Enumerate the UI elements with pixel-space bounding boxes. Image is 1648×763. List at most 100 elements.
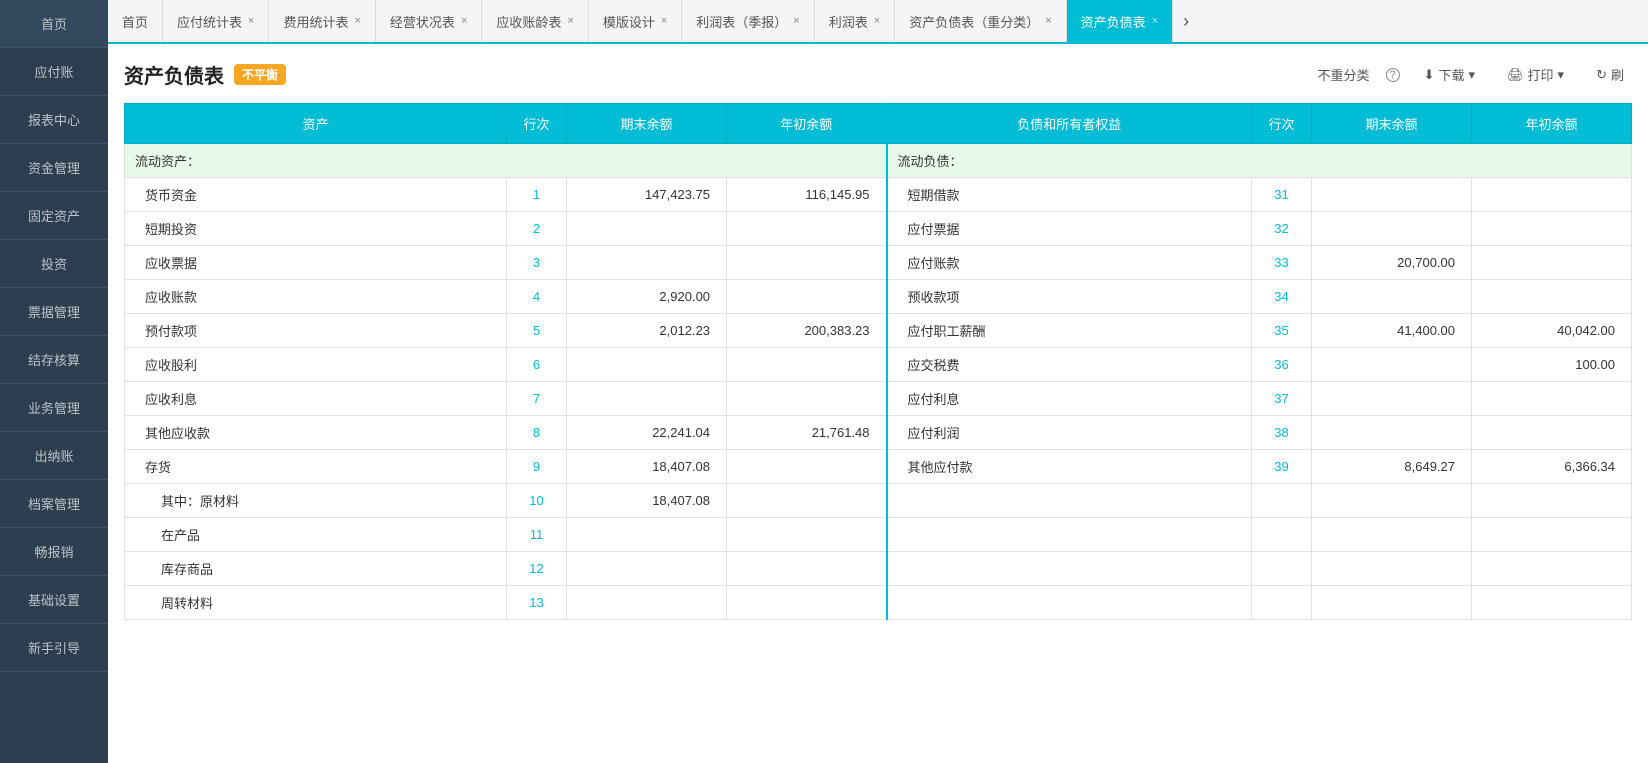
sidebar-item-expense[interactable]: 畅报销 [0,528,108,576]
table-row[interactable]: 短期投资 2 应付票据 32 [125,212,1632,246]
asset-name: 预付款项 [125,314,507,348]
liability-start-balance [1472,416,1632,450]
asset-name: 其他应收款 [125,416,507,450]
asset-start-balance [727,484,887,518]
sidebar-item-invest[interactable]: 投资 [0,240,108,288]
table-row[interactable]: 周转材料 13 [125,586,1632,620]
liability-end-balance [1312,586,1472,620]
sidebar-item-inventory[interactable]: 结存核算 [0,336,108,384]
close-icon[interactable]: × [793,15,799,27]
sidebar-item-cashbook[interactable]: 出纳账 [0,432,108,480]
asset-row-number: 7 [507,382,567,416]
col-header-end-right: 期末余额 [1312,104,1472,144]
table-row[interactable]: 存货 9 18,407.08 其他应付款 39 8,649.27 6,366.3… [125,450,1632,484]
asset-end-balance [567,348,727,382]
liability-start-balance [1472,178,1632,212]
liability-row-number: 31 [1252,178,1312,212]
liability-start-balance [1472,586,1632,620]
print-icon: 🖨 [1507,67,1524,83]
asset-start-balance [727,450,887,484]
close-icon[interactable]: × [1045,15,1051,27]
col-header-start-right: 年初余额 [1472,104,1632,144]
close-icon[interactable]: × [354,15,360,27]
liability-name: 应付票据 [887,212,1252,246]
liability-start-balance [1472,484,1632,518]
tab-ar-aging[interactable]: 应收账龄表 × [482,0,588,43]
sidebar-item-fixed-assets[interactable]: 固定资产 [0,192,108,240]
liability-start-balance [1472,212,1632,246]
tab-payable-stats[interactable]: 应付统计表 × [163,0,269,43]
table-row[interactable]: 货币资金 1 147,423.75 116,145.95 短期借款 31 [125,178,1632,212]
asset-start-balance: 21,761.48 [727,416,887,450]
table-row[interactable]: 其中：原材料 10 18,407.08 [125,484,1632,518]
close-icon[interactable]: × [1152,15,1158,27]
close-icon[interactable]: × [874,15,880,27]
close-icon[interactable]: × [248,15,254,27]
table-row[interactable]: 应收利息 7 应付利息 37 [125,382,1632,416]
liability-name: 短期借款 [887,178,1252,212]
table-row[interactable]: 预付款项 5 2,012.23 200,383.23 应付职工薪酬 35 41,… [125,314,1632,348]
table-section-header: 流动资产： 流动负债： [125,144,1632,178]
liability-end-balance: 41,400.00 [1312,314,1472,348]
liability-start-balance [1472,518,1632,552]
table-row[interactable]: 在产品 11 [125,518,1632,552]
status-badge: 不平衡 [234,64,286,85]
asset-row-number: 13 [507,586,567,620]
tab-profit-quarterly[interactable]: 利润表（季报） × [682,0,814,43]
liability-name [887,586,1252,620]
close-icon[interactable]: × [567,15,573,27]
table-row[interactable]: 应收股利 6 应交税费 36 100.00 [125,348,1632,382]
liability-row-number [1252,552,1312,586]
asset-start-balance: 200,383.23 [727,314,887,348]
asset-name: 其中：原材料 [125,484,507,518]
tab-home[interactable]: 首页 [108,0,163,43]
print-button[interactable]: 🖨 打印 ▾ [1499,61,1572,88]
liability-start-balance [1472,382,1632,416]
liability-end-balance [1312,382,1472,416]
close-icon[interactable]: × [661,15,667,27]
liability-end-balance [1312,212,1472,246]
sidebar-item-guide[interactable]: 新手引导 [0,624,108,672]
asset-end-balance [567,518,727,552]
liability-name: 预收款项 [887,280,1252,314]
sidebar-item-home[interactable]: 首页 [0,0,108,48]
table-row[interactable]: 库存商品 12 [125,552,1632,586]
liability-name [887,484,1252,518]
sidebar-item-archive[interactable]: 档案管理 [0,480,108,528]
download-button[interactable]: ⬇ 下载 ▾ [1416,61,1483,88]
liability-name: 其他应付款 [887,450,1252,484]
table-row[interactable]: 其他应收款 8 22,241.04 21,761.48 应付利润 38 [125,416,1632,450]
info-icon[interactable]: ? [1386,68,1400,82]
table-row[interactable]: 应收账款 4 2,920.00 预收款项 34 [125,280,1632,314]
col-header-end-left: 期末余额 [567,104,727,144]
asset-name: 短期投资 [125,212,507,246]
sidebar-item-bills[interactable]: 票据管理 [0,288,108,336]
sidebar-item-settings[interactable]: 基础设置 [0,576,108,624]
sidebar-item-payable[interactable]: 应付账 [0,48,108,96]
asset-start-balance [727,552,887,586]
tab-profit[interactable]: 利润表 × [815,0,895,43]
asset-name: 应收股利 [125,348,507,382]
table-row[interactable]: 应收票据 3 应付账款 33 20,700.00 [125,246,1632,280]
sidebar-item-reports[interactable]: 报表中心 [0,96,108,144]
tab-balance-reclassified[interactable]: 资产负债表（重分类） × [895,0,1066,43]
asset-end-balance [567,382,727,416]
tab-more-button[interactable]: › [1173,0,1199,43]
sidebar-item-business[interactable]: 业务管理 [0,384,108,432]
tab-balance-sheet[interactable]: 资产负债表 × [1067,0,1173,43]
refresh-icon: ↻ [1596,67,1607,83]
sidebar-item-fund[interactable]: 资金管理 [0,144,108,192]
refresh-button[interactable]: ↻ 刷 [1588,61,1632,88]
asset-start-balance [727,280,887,314]
asset-start-balance [727,348,887,382]
asset-row-number: 12 [507,552,567,586]
liability-name [887,552,1252,586]
asset-end-balance [567,552,727,586]
liability-end-balance [1312,484,1472,518]
liability-name: 应付利息 [887,382,1252,416]
liability-end-balance [1312,280,1472,314]
tab-template-design[interactable]: 模版设计 × [589,0,682,43]
close-icon[interactable]: × [461,15,467,27]
tab-operations[interactable]: 经营状况表 × [376,0,482,43]
tab-expense-stats[interactable]: 费用统计表 × [269,0,375,43]
